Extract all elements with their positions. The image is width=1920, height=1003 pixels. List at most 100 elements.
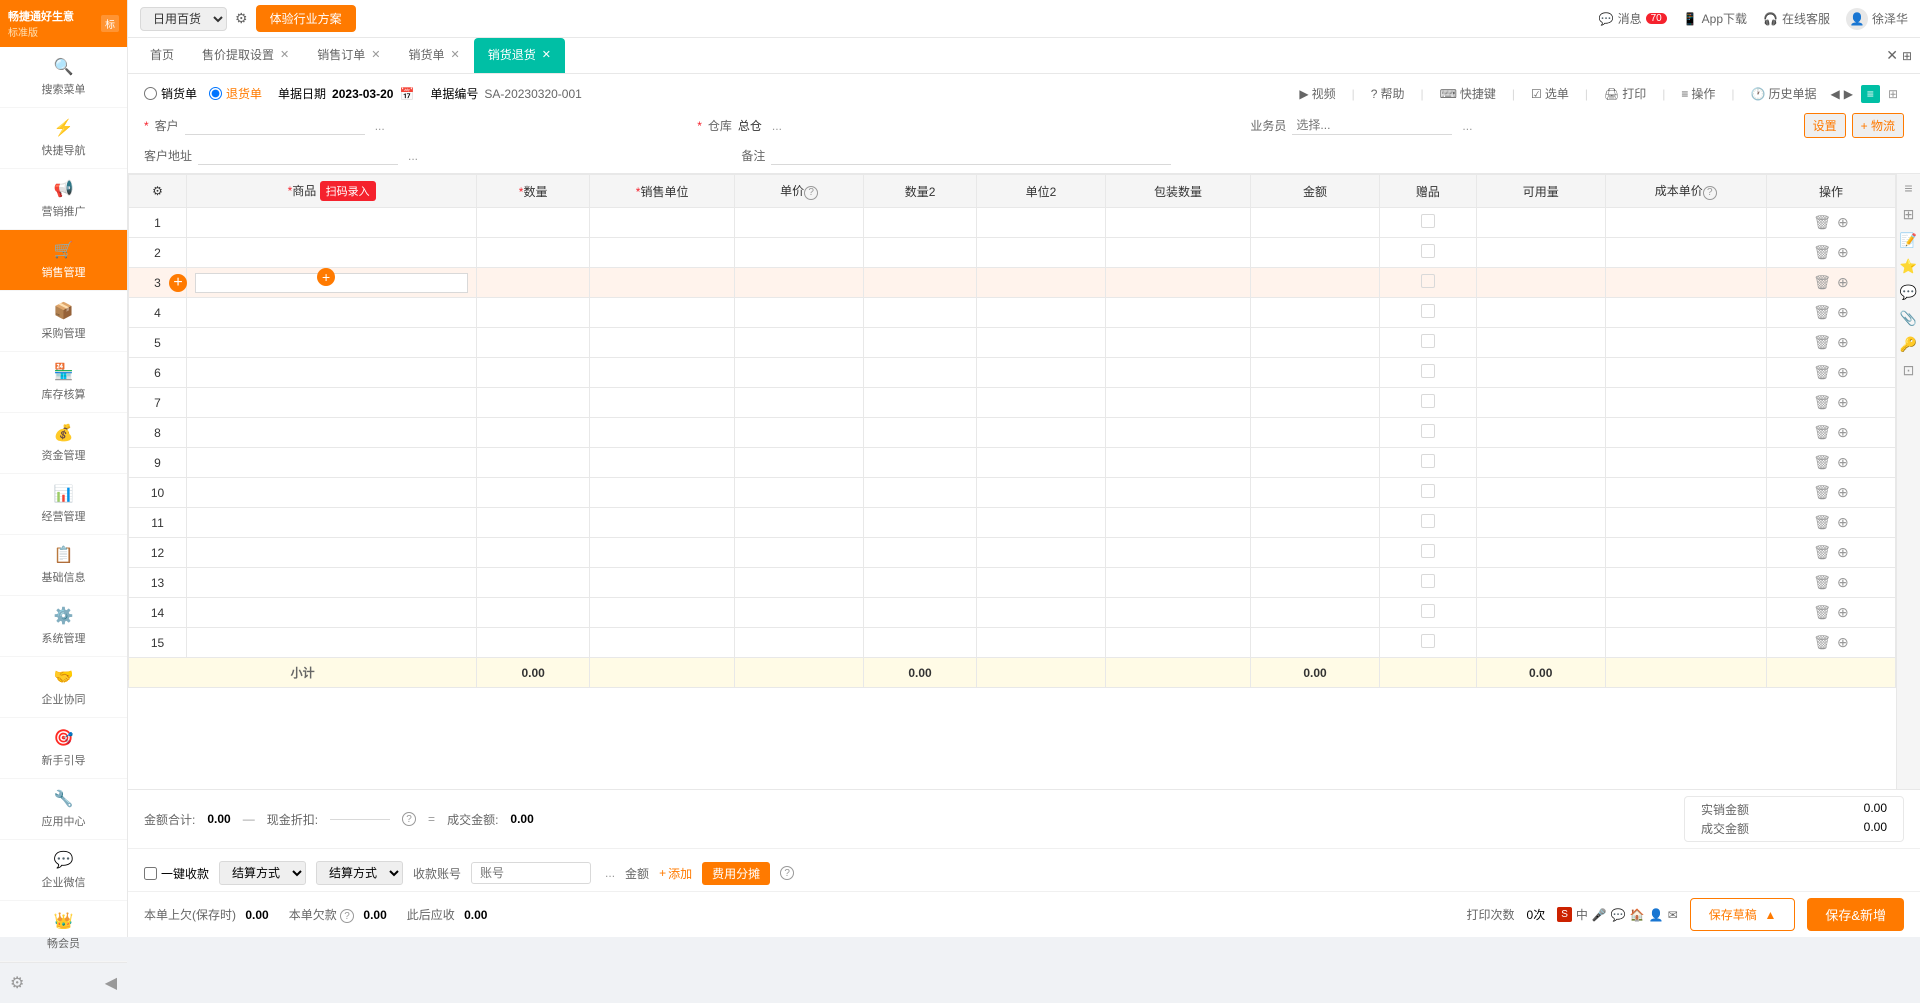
sidebar-item-wechat[interactable]: 💬 企业微信 xyxy=(0,840,127,901)
one-click-payment[interactable]: 一键收款 xyxy=(144,865,209,882)
panel-icon-3[interactable]: 📝 xyxy=(1899,230,1919,250)
copy-icon-11[interactable]: ⊕ xyxy=(1837,514,1849,531)
qty2-cell-5[interactable] xyxy=(864,328,977,358)
gift-checkbox-11[interactable] xyxy=(1421,514,1435,528)
radio-sales-return[interactable]: 退货单 xyxy=(209,85,262,102)
price-cell-14[interactable] xyxy=(735,598,864,628)
pack-qty-cell-1[interactable] xyxy=(1105,208,1250,238)
price-cell-1[interactable] xyxy=(735,208,864,238)
delete-icon-7[interactable]: 🗑 xyxy=(1813,394,1831,411)
cost-price-cell-2[interactable] xyxy=(1605,238,1766,268)
sales-unit-cell-11[interactable] xyxy=(590,508,735,538)
available-cell-10[interactable] xyxy=(1476,478,1605,508)
bottom-icon-1[interactable]: S xyxy=(1557,907,1572,922)
gift-checkbox-4[interactable] xyxy=(1421,304,1435,318)
gift-checkbox-9[interactable] xyxy=(1421,454,1435,468)
table-view-icon[interactable]: ⊞ xyxy=(1882,85,1904,103)
price-cell-12[interactable] xyxy=(735,538,864,568)
copy-icon-6[interactable]: ⊕ xyxy=(1837,364,1849,381)
amount-cell-1[interactable] xyxy=(1251,208,1380,238)
panel-icon-1[interactable]: ≡ xyxy=(1899,178,1919,198)
sales-unit-cell-8[interactable] xyxy=(590,418,735,448)
unit2-cell-3[interactable] xyxy=(976,268,1105,298)
pack-qty-cell-5[interactable] xyxy=(1105,328,1250,358)
tab-sales-order-close[interactable]: ✕ xyxy=(371,48,380,61)
quantity-cell-10[interactable] xyxy=(477,478,590,508)
gift-cell-2[interactable] xyxy=(1380,238,1477,268)
sales-unit-cell-5[interactable] xyxy=(590,328,735,358)
product-cell-11[interactable] xyxy=(187,508,477,538)
delete-icon-1[interactable]: 🗑 xyxy=(1813,214,1831,231)
delete-icon-13[interactable]: 🗑 xyxy=(1813,574,1831,591)
sidebar-item-inventory[interactable]: 🏪 库存核算 xyxy=(0,352,127,413)
quantity-cell-7[interactable] xyxy=(477,388,590,418)
product-cell-7[interactable] xyxy=(187,388,477,418)
copy-icon-12[interactable]: ⊕ xyxy=(1837,544,1849,561)
sales-unit-cell-6[interactable] xyxy=(590,358,735,388)
qty2-cell-15[interactable] xyxy=(864,628,977,658)
message-item[interactable]: 💬 消息 70 xyxy=(1599,10,1667,27)
one-click-checkbox[interactable] xyxy=(144,867,157,880)
price-cell-4[interactable] xyxy=(735,298,864,328)
delete-icon-6[interactable]: 🗑 xyxy=(1813,364,1831,381)
sales-unit-cell-13[interactable] xyxy=(590,568,735,598)
unit2-cell-12[interactable] xyxy=(976,538,1105,568)
sidebar-item-finance[interactable]: 💰 资金管理 xyxy=(0,413,127,474)
unit2-cell-15[interactable] xyxy=(976,628,1105,658)
pack-qty-cell-8[interactable] xyxy=(1105,418,1250,448)
gift-cell-12[interactable] xyxy=(1380,538,1477,568)
sidebar-item-sales[interactable]: 🛒 销售管理 xyxy=(0,230,127,291)
unit2-cell-8[interactable] xyxy=(976,418,1105,448)
gift-checkbox-8[interactable] xyxy=(1421,424,1435,438)
gift-cell-11[interactable] xyxy=(1380,508,1477,538)
sidebar-item-quicknav[interactable]: ⚡ 快捷导航 xyxy=(0,108,127,169)
cost-price-cell-4[interactable] xyxy=(1605,298,1766,328)
tab-close-all[interactable]: ✕ xyxy=(1886,47,1898,64)
qty2-cell-2[interactable] xyxy=(864,238,977,268)
gift-cell-6[interactable] xyxy=(1380,358,1477,388)
save-new-button[interactable]: 保存&新增 xyxy=(1807,898,1904,931)
sidebar-item-marketing[interactable]: 📢 营销推广 xyxy=(0,169,127,230)
gift-cell-1[interactable] xyxy=(1380,208,1477,238)
pack-qty-cell-15[interactable] xyxy=(1105,628,1250,658)
cost-price-cell-5[interactable] xyxy=(1605,328,1766,358)
video-btn[interactable]: ▶ 视频 xyxy=(1293,82,1341,105)
gift-checkbox-13[interactable] xyxy=(1421,574,1435,588)
product-cell-2[interactable] xyxy=(187,238,477,268)
panel-icon-4[interactable]: ⭐ xyxy=(1899,256,1919,276)
tab-price-settings[interactable]: 售价提取设置 ✕ xyxy=(188,38,303,73)
copy-icon-4[interactable]: ⊕ xyxy=(1837,304,1849,321)
amount-cell-3[interactable] xyxy=(1251,268,1380,298)
sales-unit-cell-7[interactable] xyxy=(590,388,735,418)
add-row-icon[interactable]: + xyxy=(317,268,335,286)
quantity-cell-14[interactable] xyxy=(477,598,590,628)
cash-discount-input[interactable] xyxy=(330,819,390,820)
pack-qty-cell-13[interactable] xyxy=(1105,568,1250,598)
cost-price-cell-10[interactable] xyxy=(1605,478,1766,508)
sidebar-item-cooperation[interactable]: 🤝 企业协同 xyxy=(0,657,127,718)
gift-checkbox-2[interactable] xyxy=(1421,244,1435,258)
print-btn[interactable]: 🖨 打印 xyxy=(1598,82,1652,105)
pack-qty-cell-7[interactable] xyxy=(1105,388,1250,418)
qty2-cell-13[interactable] xyxy=(864,568,977,598)
cost-price-cell-1[interactable] xyxy=(1605,208,1766,238)
tab-sales-delivery-close[interactable]: ✕ xyxy=(451,48,460,61)
sales-unit-cell-3[interactable] xyxy=(590,268,735,298)
sales-unit-cell-12[interactable] xyxy=(590,538,735,568)
accounting-method-select[interactable]: 结算方式 xyxy=(219,861,306,885)
tab-price-close[interactable]: ✕ xyxy=(280,48,289,61)
qty2-cell-9[interactable] xyxy=(864,448,977,478)
tab-maximize[interactable]: ⊞ xyxy=(1902,49,1912,63)
add-button[interactable]: + 添加 xyxy=(659,865,692,882)
tab-sales-delivery[interactable]: 销货单 ✕ xyxy=(394,38,473,73)
sales-unit-cell-1[interactable] xyxy=(590,208,735,238)
gift-checkbox-10[interactable] xyxy=(1421,484,1435,498)
gift-checkbox-5[interactable] xyxy=(1421,334,1435,348)
quantity-cell-5[interactable] xyxy=(477,328,590,358)
price-cell-2[interactable] xyxy=(735,238,864,268)
pack-qty-cell-12[interactable] xyxy=(1105,538,1250,568)
amount-cell-9[interactable] xyxy=(1251,448,1380,478)
panel-icon-8[interactable]: ⊡ xyxy=(1899,360,1919,380)
unit2-cell-5[interactable] xyxy=(976,328,1105,358)
nav-next[interactable]: ▶ xyxy=(1844,87,1853,101)
